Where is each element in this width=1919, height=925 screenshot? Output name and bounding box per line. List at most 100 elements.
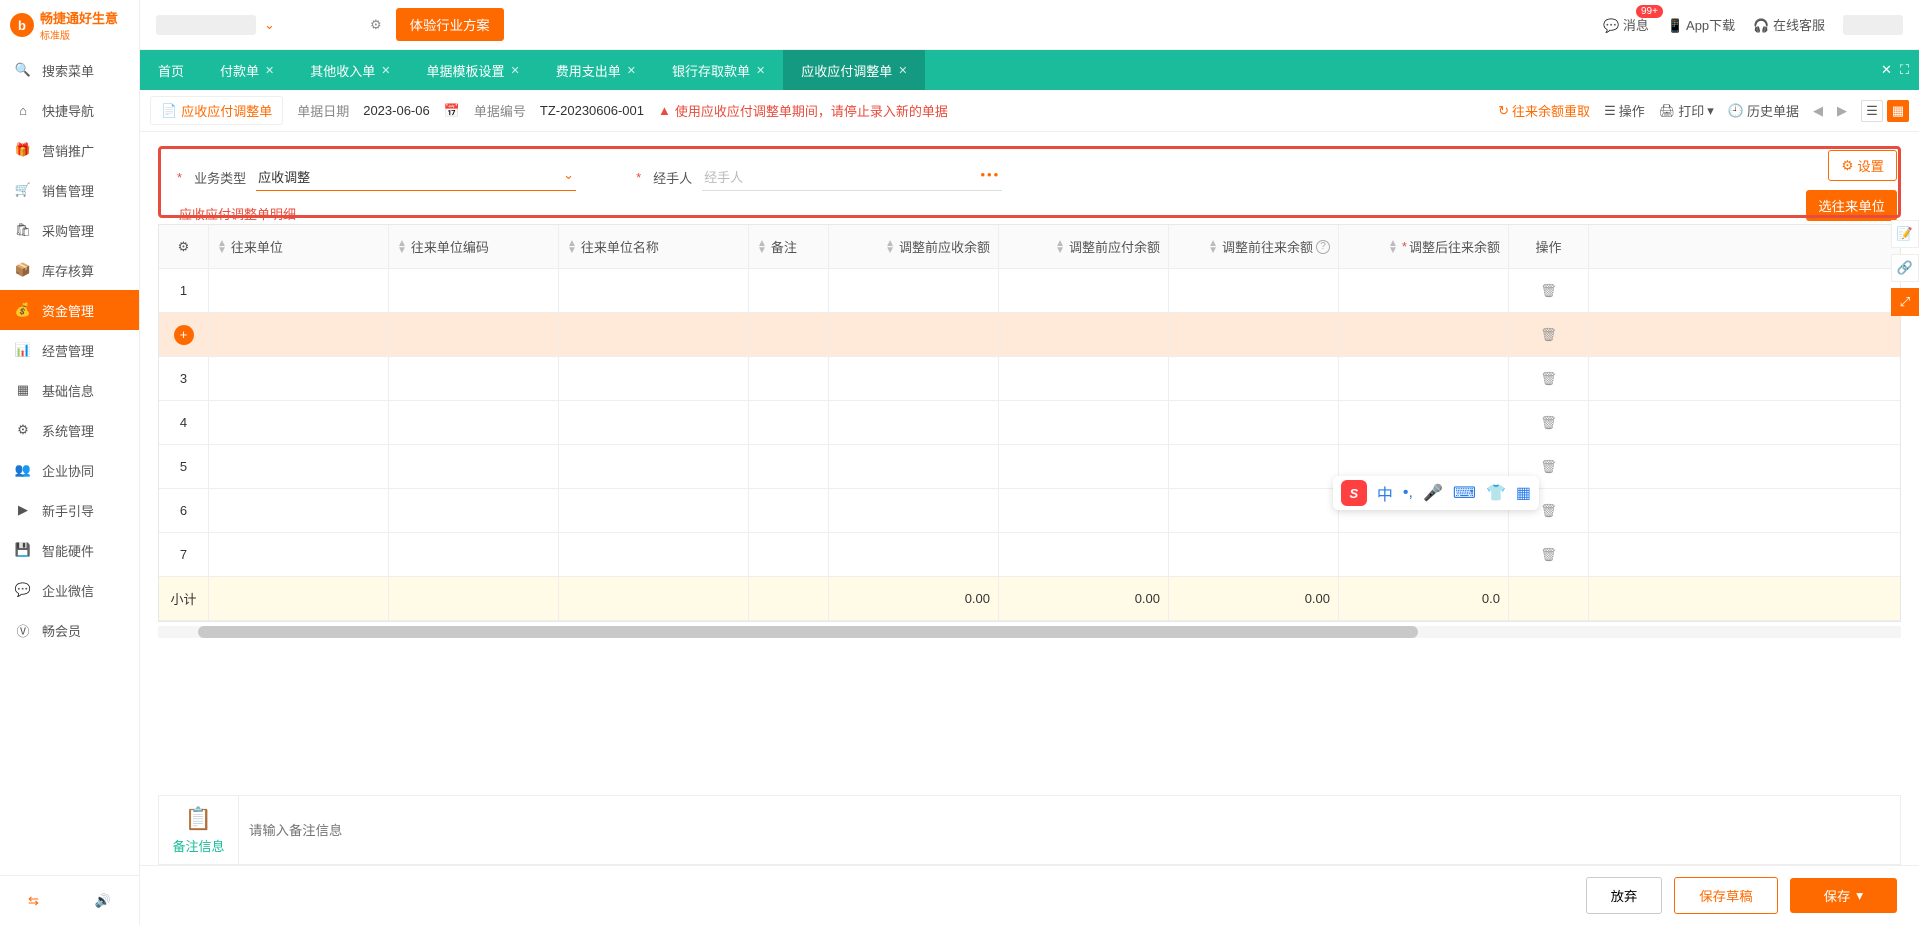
sidebar-item-purchase[interactable]: 🛍采购管理: [0, 210, 139, 250]
cell-remark[interactable]: [749, 313, 829, 356]
col-settings[interactable]: ⚙: [159, 225, 209, 268]
table-row[interactable]: 6🗑: [159, 489, 1900, 533]
cell-pre-ar[interactable]: [829, 357, 999, 400]
note-tool-icon[interactable]: 📝: [1891, 220, 1919, 248]
cell-name[interactable]: [559, 533, 749, 576]
cell-remark[interactable]: [749, 269, 829, 312]
biz-type-select[interactable]: 应收调整 ⌄: [256, 163, 576, 191]
sidebar-item-system[interactable]: ⚙系统管理: [0, 410, 139, 450]
recalc-balance-link[interactable]: ↻ 往来余额重取: [1498, 101, 1590, 120]
sidebar-item-basicinfo[interactable]: ▦基础信息: [0, 370, 139, 410]
tab-expense[interactable]: 费用支出单✕: [538, 50, 654, 90]
cell-unit[interactable]: [209, 313, 389, 356]
info-icon[interactable]: ?: [1316, 240, 1330, 254]
cell-unit[interactable]: [209, 269, 389, 312]
expand-tool-icon[interactable]: ⤢: [1891, 288, 1919, 316]
sidebar-item-vip[interactable]: Ⓥ畅会员: [0, 610, 139, 650]
card-view-icon[interactable]: ▦: [1887, 100, 1909, 122]
cell-post-bal[interactable]: [1339, 313, 1509, 356]
col-unit[interactable]: ▲▼往来单位: [209, 225, 389, 268]
tab-ar-ap-adjust[interactable]: 应收应付调整单✕: [783, 50, 925, 90]
save-draft-button[interactable]: 保存草稿: [1674, 877, 1777, 914]
collapse-icon[interactable]: ⇆: [28, 893, 39, 909]
cell-unit[interactable]: [209, 533, 389, 576]
close-icon[interactable]: ✕: [265, 64, 274, 77]
save-button[interactable]: 保存▾: [1790, 878, 1897, 913]
date-value[interactable]: 2023-06-06: [363, 103, 430, 118]
user-avatar-blurred[interactable]: [1843, 15, 1903, 35]
cell-remark[interactable]: [749, 357, 829, 400]
cell-pre-ap[interactable]: [999, 445, 1169, 488]
sidebar-item-sales[interactable]: 🛒销售管理: [0, 170, 139, 210]
sidebar-item-search[interactable]: 🔍搜索菜单: [0, 50, 139, 90]
sidebar-item-quicknav[interactable]: ⌂快捷导航: [0, 90, 139, 130]
cell-code[interactable]: [389, 357, 559, 400]
col-code[interactable]: ▲▼往来单位编码: [389, 225, 559, 268]
table-row[interactable]: +🗑: [159, 313, 1900, 357]
cell-remark[interactable]: [749, 489, 829, 532]
cell-post-bal[interactable]: [1339, 401, 1509, 444]
cell-pre-bal[interactable]: [1169, 401, 1339, 444]
online-service-link[interactable]: 🎧 在线客服: [1753, 15, 1825, 34]
cell-pre-bal[interactable]: [1169, 445, 1339, 488]
cell-pre-ar[interactable]: [829, 269, 999, 312]
cell-code[interactable]: [389, 445, 559, 488]
cell-pre-ap[interactable]: [999, 489, 1169, 532]
cell-post-bal[interactable]: [1339, 269, 1509, 312]
ime-toolbox-icon[interactable]: ▦: [1516, 483, 1531, 503]
print-dropdown[interactable]: 🖨 打印 ▾: [1659, 101, 1714, 120]
settings-icon[interactable]: ⚙: [370, 17, 382, 33]
close-icon[interactable]: ✕: [898, 64, 907, 77]
cell-pre-bal[interactable]: [1169, 533, 1339, 576]
sidebar-item-marketing[interactable]: 🎁营销推广: [0, 130, 139, 170]
cell-code[interactable]: [389, 489, 559, 532]
table-row[interactable]: 1🗑: [159, 269, 1900, 313]
sidebar-item-collab[interactable]: 👥企业协同: [0, 450, 139, 490]
sidebar-item-wechat[interactable]: 💬企业微信: [0, 570, 139, 610]
cell-name[interactable]: [559, 489, 749, 532]
cell-pre-bal[interactable]: [1169, 313, 1339, 356]
remark-input[interactable]: [239, 796, 1900, 864]
table-row[interactable]: 3🗑: [159, 357, 1900, 401]
cell-remark[interactable]: [749, 401, 829, 444]
close-icon[interactable]: ✕: [511, 64, 520, 77]
cell-name[interactable]: [559, 401, 749, 444]
close-all-icon[interactable]: ✕: [1881, 62, 1892, 78]
history-link[interactable]: 🕘 历史单据: [1728, 101, 1799, 120]
col-post-bal[interactable]: ▲▼*调整后往来余额: [1339, 225, 1509, 268]
sidebar-item-funds[interactable]: 💰资金管理: [0, 290, 139, 330]
attach-tool-icon[interactable]: 🔗: [1891, 254, 1919, 282]
scrollbar-thumb[interactable]: [198, 626, 1418, 638]
cell-remark[interactable]: [749, 445, 829, 488]
col-remark[interactable]: ▲▼备注: [749, 225, 829, 268]
cell-post-bal[interactable]: [1339, 357, 1509, 400]
sidebar-item-operation[interactable]: 📊经营管理: [0, 330, 139, 370]
discard-button[interactable]: 放弃: [1586, 877, 1663, 914]
ime-keyboard-icon[interactable]: ⌨: [1453, 483, 1476, 503]
cell-pre-ap[interactable]: [999, 313, 1169, 356]
delete-row-icon[interactable]: 🗑: [1540, 283, 1557, 299]
cell-pre-ar[interactable]: [829, 401, 999, 444]
ime-toolbar[interactable]: S 中 •, 🎤 ⌨ 👕 ▦: [1333, 476, 1539, 510]
messages-link[interactable]: 💬 消息: [1603, 15, 1649, 34]
ime-punct-icon[interactable]: •,: [1403, 484, 1413, 502]
close-icon[interactable]: ✕: [756, 64, 765, 77]
more-icon[interactable]: •••: [981, 167, 1001, 186]
cell-pre-ap[interactable]: [999, 269, 1169, 312]
ime-lang[interactable]: 中: [1377, 481, 1393, 505]
list-view-icon[interactable]: ☰: [1861, 100, 1883, 122]
sidebar-item-guide[interactable]: ▶新手引导: [0, 490, 139, 530]
sidebar-item-inventory[interactable]: 📦库存核算: [0, 250, 139, 290]
cell-code[interactable]: [389, 313, 559, 356]
horizontal-scrollbar[interactable]: [158, 626, 1901, 638]
cell-name[interactable]: [559, 357, 749, 400]
table-row[interactable]: 7🗑: [159, 533, 1900, 577]
cell-pre-ar[interactable]: [829, 533, 999, 576]
add-row-icon[interactable]: +: [174, 325, 194, 345]
cell-unit[interactable]: [209, 401, 389, 444]
delete-row-icon[interactable]: 🗑: [1540, 371, 1557, 387]
cell-pre-ar[interactable]: [829, 489, 999, 532]
cell-code[interactable]: [389, 533, 559, 576]
fullscreen-icon[interactable]: ⛶: [1900, 62, 1909, 78]
close-icon[interactable]: ✕: [381, 64, 390, 77]
